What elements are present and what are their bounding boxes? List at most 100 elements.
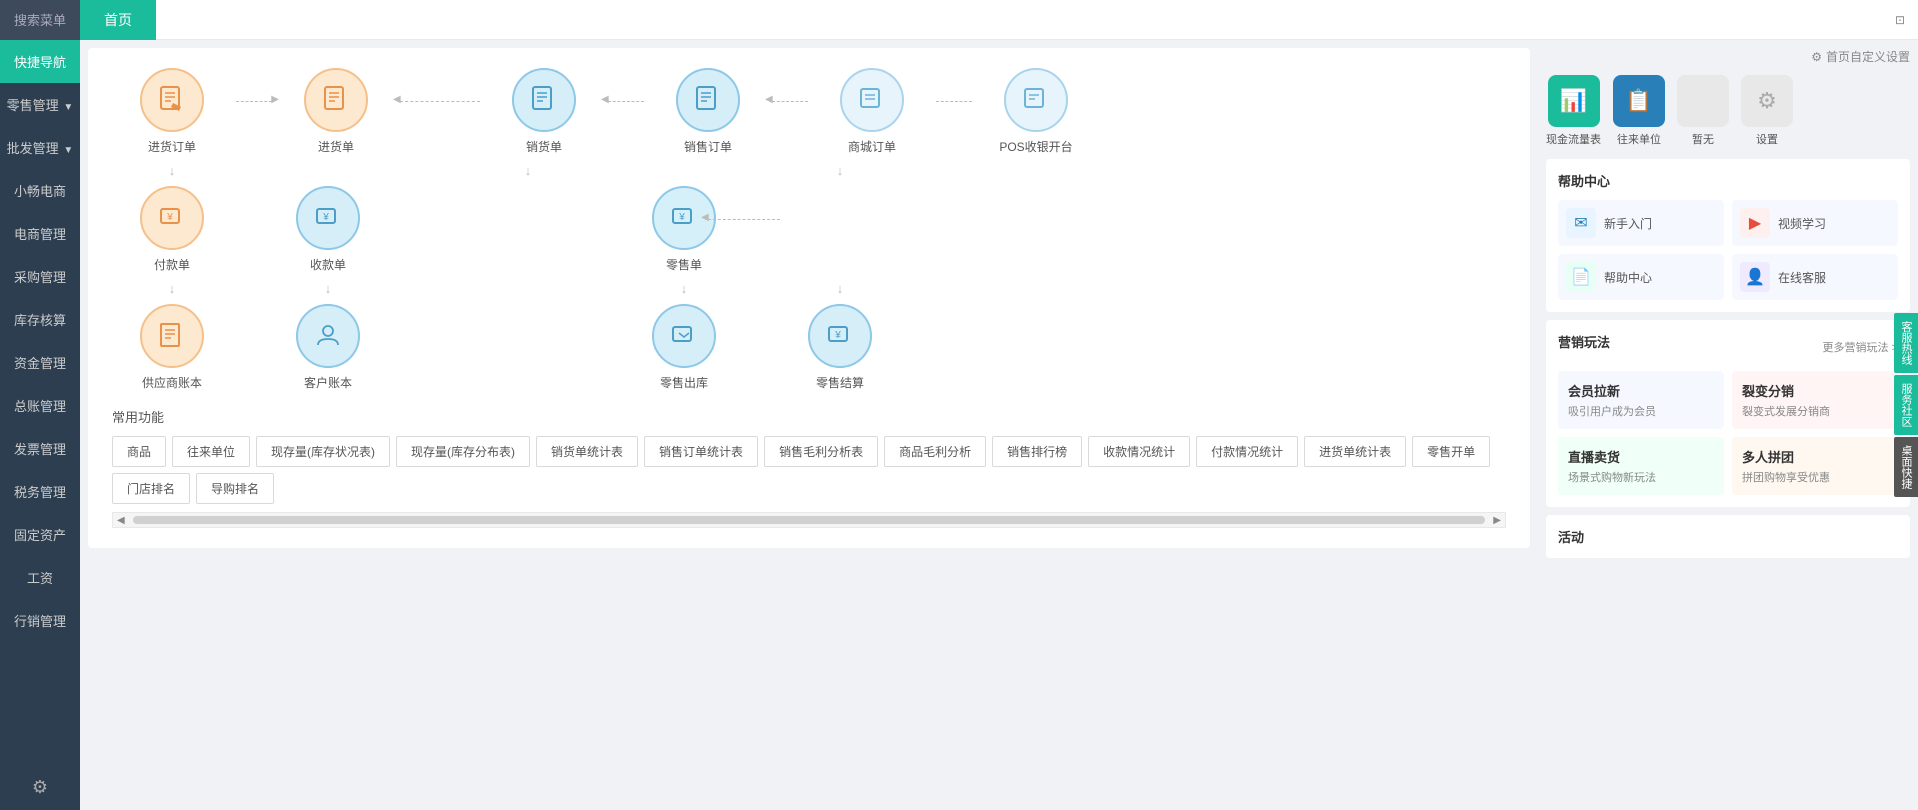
- func-btn[interactable]: 门店排名: [112, 473, 190, 504]
- customize-row[interactable]: ⚙ 首页自定义设置: [1546, 48, 1910, 65]
- marketing-item-fission[interactable]: 裂变分销裂变式发展分销商: [1732, 371, 1898, 429]
- maximize-btn[interactable]: ⊡: [1890, 10, 1910, 30]
- flow-row-1: 进货订单 ▶ 进货单: [112, 68, 1506, 155]
- func-btn[interactable]: 商品毛利分析: [884, 436, 986, 467]
- sidebar-item-fixed-assets[interactable]: 固定资产: [0, 513, 80, 556]
- quick-icon-settings[interactable]: ⚙设置: [1741, 75, 1793, 147]
- float-btn-service-community[interactable]: 服务社区: [1894, 375, 1918, 435]
- arrow-2: ◀: [400, 101, 480, 122]
- help-item-video[interactable]: ▶ 视频学习: [1732, 200, 1898, 246]
- search-menu-btn[interactable]: 搜索菜单: [0, 0, 80, 40]
- help-text-beginner: 新手入门: [1604, 215, 1652, 232]
- marketing-desc-member: 吸引用户成为会员: [1568, 403, 1714, 419]
- retail-settle-node[interactable]: ¥ 零售结算: [780, 304, 900, 391]
- func-btn[interactable]: 销售订单统计表: [644, 436, 758, 467]
- func-btn[interactable]: 商品: [112, 436, 166, 467]
- sidebar-item-finance-mgmt[interactable]: 资金管理: [0, 341, 80, 384]
- sidebar-item-invoice-mgmt[interactable]: 发票管理: [0, 427, 80, 470]
- sidebar-item-tax-mgmt[interactable]: 税务管理: [0, 470, 80, 513]
- func-btn[interactable]: 现存量(库存分布表): [396, 436, 530, 467]
- sidebar-gear-icon[interactable]: ⚙: [0, 765, 80, 810]
- help-icon-video: ▶: [1740, 208, 1770, 238]
- workflow-card: 进货订单 ▶ 进货单: [88, 48, 1530, 548]
- marketing-item-member[interactable]: 会员拉新吸引用户成为会员: [1558, 371, 1724, 429]
- top-bar: 搜索菜单 首页 ⊡: [0, 0, 1918, 40]
- quick-icon-cashflow[interactable]: 📊现金流量表: [1546, 75, 1601, 147]
- help-center-title: 帮助中心: [1558, 171, 1898, 190]
- main-panel: 进货订单 ▶ 进货单: [80, 40, 1538, 810]
- help-item-beginner[interactable]: ✉ 新手入门: [1558, 200, 1724, 246]
- float-btn-desktop-quick[interactable]: 桌面快捷: [1894, 437, 1918, 497]
- sidebar: 快捷导航零售管理 ▼批发管理 ▼小畅电商电商管理采购管理库存核算资金管理总账管理…: [0, 40, 80, 810]
- help-icon-beginner: ✉: [1566, 208, 1596, 238]
- payment-label: 付款单: [154, 256, 190, 273]
- marketing-desc-group: 拼团购物享受优惠: [1742, 469, 1888, 485]
- help-text-video: 视频学习: [1778, 215, 1826, 232]
- marketing-item-group[interactable]: 多人拼团拼团购物享受优惠: [1732, 437, 1898, 495]
- vert-5: ↓: [780, 163, 900, 178]
- scroll-thumb[interactable]: [133, 516, 1486, 524]
- purchase-note-node[interactable]: 进货单: [276, 68, 396, 155]
- help-center-box: 帮助中心 ✉ 新手入门 ▶ 视频学习 📄帮助中心👤在线客服: [1546, 159, 1910, 312]
- quick-icon-box-settings: ⚙: [1741, 75, 1793, 127]
- marketing-desc-fission: 裂变式发展分销商: [1742, 403, 1888, 419]
- func-btn[interactable]: 销售毛利分析表: [764, 436, 878, 467]
- sales-note-node[interactable]: 销货单: [484, 68, 604, 155]
- marketing-title-live: 直播卖货: [1568, 447, 1714, 466]
- sidebar-item-general-ledger[interactable]: 总账管理: [0, 384, 80, 427]
- mall-order-node[interactable]: 商城订单: [812, 68, 932, 155]
- marketing-item-live[interactable]: 直播卖货场景式购物新玩法: [1558, 437, 1724, 495]
- sidebar-item-retail-mgmt[interactable]: 零售管理 ▼: [0, 83, 80, 126]
- vert-1: ↓: [112, 163, 232, 178]
- quick-icon-box-cashflow: 📊: [1548, 75, 1600, 127]
- marketing-title: 营销玩法: [1558, 332, 1610, 351]
- func-btn[interactable]: 销售排行榜: [992, 436, 1082, 467]
- more-marketing-link[interactable]: 更多营销玩法 >: [1823, 339, 1898, 355]
- sales-order-node[interactable]: 销售订单: [648, 68, 768, 155]
- retail-order-label: 零售单: [666, 256, 702, 273]
- purchase-order-node[interactable]: 进货订单: [112, 68, 232, 155]
- quick-icon-none1[interactable]: 暂无: [1677, 75, 1729, 147]
- sidebar-item-salary[interactable]: 工资: [0, 556, 80, 599]
- scroll-right[interactable]: ▶: [1489, 515, 1505, 526]
- sidebar-item-ecom-mgmt[interactable]: 电商管理: [0, 212, 80, 255]
- help-item-online-service[interactable]: 👤在线客服: [1732, 254, 1898, 300]
- home-tab[interactable]: 首页: [80, 0, 156, 40]
- svg-text:¥: ¥: [834, 330, 841, 341]
- func-btn[interactable]: 零售开单: [1412, 436, 1490, 467]
- retail-out-node[interactable]: 零售出库: [624, 304, 744, 391]
- receipt-node[interactable]: ¥ 收款单: [268, 186, 388, 273]
- func-btn[interactable]: 付款情况统计: [1196, 436, 1298, 467]
- customize-label: 首页自定义设置: [1826, 48, 1910, 65]
- float-btn-customer-service[interactable]: 客服热线: [1894, 313, 1918, 373]
- scroll-left[interactable]: ◀: [113, 515, 129, 526]
- func-btn[interactable]: 进货单统计表: [1304, 436, 1406, 467]
- supplier-book-node[interactable]: 供应商账本: [112, 304, 232, 391]
- sidebar-item-quick-nav[interactable]: 快捷导航: [0, 40, 80, 83]
- sales-note-label: 销货单: [526, 138, 562, 155]
- func-btn[interactable]: 销货单统计表: [536, 436, 638, 467]
- quick-icon-label-partners: 往来单位: [1617, 131, 1661, 147]
- func-btn[interactable]: 往来单位: [172, 436, 250, 467]
- sidebar-item-wholesale-mgmt[interactable]: 批发管理 ▼: [0, 126, 80, 169]
- help-item-help[interactable]: 📄帮助中心: [1558, 254, 1724, 300]
- func-btn[interactable]: 收款情况统计: [1088, 436, 1190, 467]
- sidebar-item-inventory[interactable]: 库存核算: [0, 298, 80, 341]
- marketing-grid: 会员拉新吸引用户成为会员裂变分销裂变式发展分销商直播卖货场景式购物新玩法多人拼团…: [1558, 371, 1898, 495]
- receipt-label: 收款单: [310, 256, 346, 273]
- quick-icon-partners[interactable]: 📋往来单位: [1613, 75, 1665, 147]
- pos-node[interactable]: POS收银开台: [976, 68, 1096, 155]
- sidebar-item-purchase-mgmt[interactable]: 采购管理: [0, 255, 80, 298]
- customer-book-node[interactable]: 客户账本: [268, 304, 388, 391]
- retail-order-node[interactable]: ¥ 零售单: [624, 186, 744, 273]
- vert-arrows-row: ↓ ↓ ↓: [112, 163, 1506, 178]
- payment-node[interactable]: ¥ 付款单: [112, 186, 232, 273]
- common-func-title: 常用功能: [112, 407, 1506, 426]
- scroll-bar[interactable]: ◀ ▶: [112, 512, 1506, 528]
- sidebar-item-xiao-ecom[interactable]: 小畅电商: [0, 169, 80, 212]
- activity-title: 活动: [1558, 527, 1898, 546]
- sidebar-item-more[interactable]: 行销管理: [0, 599, 80, 642]
- func-btn[interactable]: 导购排名: [196, 473, 274, 504]
- func-btn[interactable]: 现存量(库存状况表): [256, 436, 390, 467]
- pos-label: POS收银开台: [999, 138, 1072, 155]
